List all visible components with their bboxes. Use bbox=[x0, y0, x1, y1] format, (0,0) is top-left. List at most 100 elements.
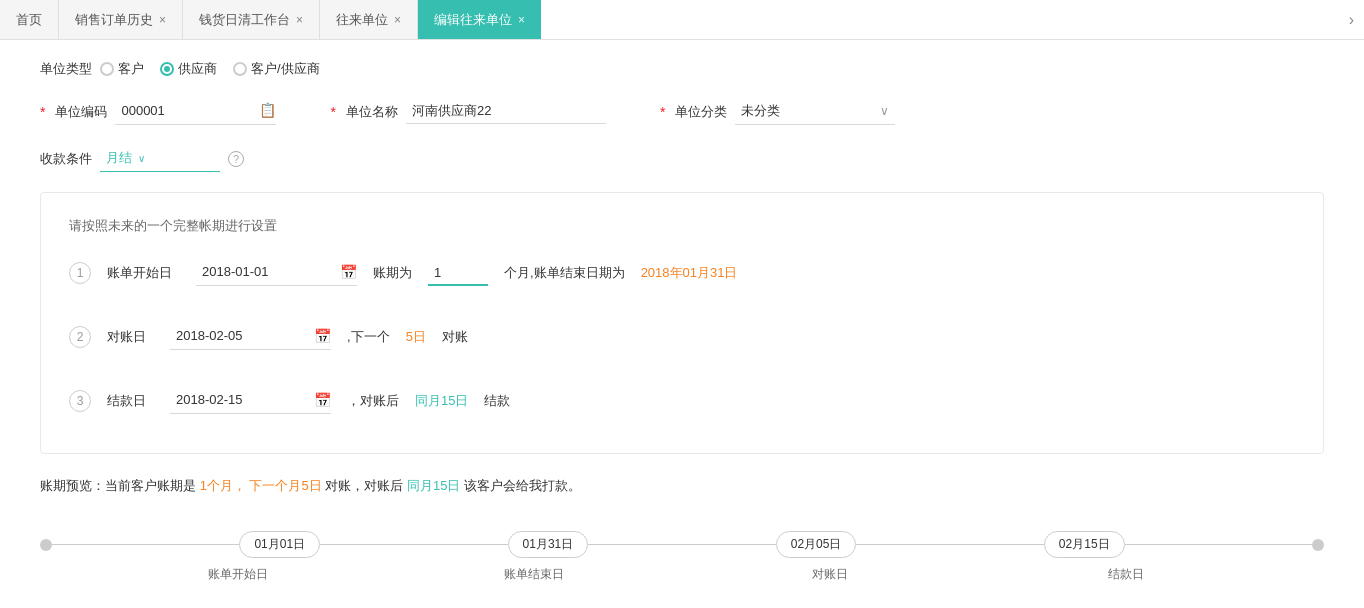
step-3-desc-prefix: ，对账后 bbox=[347, 392, 399, 410]
close-tab-sales-history[interactable]: × bbox=[159, 13, 166, 27]
step-1-period-end: 2018年01月31日 bbox=[641, 264, 738, 282]
step-1-date-wrap: 📅 bbox=[196, 260, 357, 286]
main-content: 单位类型 客户 供应商 客户/供应商 * 单位编码 bbox=[0, 40, 1364, 608]
close-tab-partner-list[interactable]: × bbox=[394, 13, 401, 27]
timeline-badge-3: 02月15日 bbox=[1044, 531, 1125, 558]
unit-code-star: * bbox=[40, 104, 45, 120]
step-1-calendar-icon[interactable]: 📅 bbox=[340, 264, 357, 280]
radio-both-circle bbox=[233, 62, 247, 76]
radio-supplier[interactable]: 供应商 bbox=[160, 60, 217, 78]
step-3-num: 3 bbox=[69, 390, 91, 412]
timeline-label-3: 结款日 bbox=[1108, 566, 1144, 583]
radio-customer-circle bbox=[100, 62, 114, 76]
step-3-label: 结款日 bbox=[107, 392, 146, 410]
step-1-label: 账单开始日 bbox=[107, 264, 172, 282]
step-3-desc-highlight: 同月15日 bbox=[415, 392, 468, 410]
step-3-date-input[interactable] bbox=[170, 388, 310, 411]
close-tab-cash-work[interactable]: × bbox=[296, 13, 303, 27]
radio-both[interactable]: 客户/供应商 bbox=[233, 60, 320, 78]
step-2-date-wrap: 📅 bbox=[170, 324, 331, 350]
tab-more-button[interactable]: › bbox=[1339, 0, 1364, 39]
step-3-desc-suffix: 结款 bbox=[484, 392, 510, 410]
billing-section: 请按照未来的一个完整帐期进行设置 1 账单开始日 📅 账期为 个月,账单结束日期… bbox=[40, 192, 1324, 454]
timeline: 01月01日 01月31日 02月05日 02月15日 bbox=[40, 521, 1324, 593]
preview-text: 账期预览：当前客户账期是 1个月， 下一个月5日 对账，对账后 同月15日 该客… bbox=[40, 474, 1324, 497]
payment-terms-group: 收款条件 月结 ∨ ? bbox=[40, 145, 244, 172]
unit-code-group: * 单位编码 📋 bbox=[40, 99, 276, 125]
step-1-period-input[interactable] bbox=[428, 261, 488, 286]
unit-category-arrow: ∨ bbox=[880, 104, 889, 118]
tab-cash-work[interactable]: 钱货日清工作台 × bbox=[183, 0, 320, 39]
unit-type-label: 单位类型 bbox=[40, 60, 92, 78]
tab-sales-history-label: 销售订单历史 bbox=[75, 11, 153, 29]
unit-code-icon[interactable]: 📋 bbox=[259, 102, 276, 118]
timeline-badge-2: 02月05日 bbox=[776, 531, 857, 558]
step-2-desc-highlight: 5日 bbox=[406, 328, 426, 346]
step-3-calendar-icon[interactable]: 📅 bbox=[314, 392, 331, 408]
unit-name-group: * 单位名称 bbox=[330, 100, 605, 124]
step-2-desc-prefix: ,下一个 bbox=[347, 328, 390, 346]
timeline-badge-1: 01月31日 bbox=[508, 531, 589, 558]
section-instruction: 请按照未来的一个完整帐期进行设置 bbox=[69, 217, 1295, 235]
payment-terms-arrow: ∨ bbox=[138, 153, 145, 164]
unit-category-star: * bbox=[660, 104, 665, 120]
tab-sales-history[interactable]: 销售订单历史 × bbox=[59, 0, 183, 39]
preview-mid: 对账，对账后 bbox=[325, 478, 403, 493]
unit-category-value: 未分类 bbox=[741, 102, 874, 120]
preview-label: 账期预览：当前客户账期是 bbox=[40, 478, 196, 493]
timeline-label-0: 账单开始日 bbox=[208, 566, 268, 583]
unit-category-label: 单位分类 bbox=[675, 103, 727, 121]
step-2-row: 2 对账日 📅 ,下一个 5日 对账 bbox=[69, 319, 1295, 355]
unit-type-group: 单位类型 客户 供应商 客户/供应商 bbox=[40, 60, 320, 78]
tab-cash-work-label: 钱货日清工作台 bbox=[199, 11, 290, 29]
preview-tail: 该客户会给我打款。 bbox=[464, 478, 581, 493]
unit-name-label: 单位名称 bbox=[346, 103, 398, 121]
step-2-desc-suffix: 对账 bbox=[442, 328, 468, 346]
preview-period2: 下一个月5日 bbox=[249, 478, 321, 493]
step-2-date-input[interactable] bbox=[170, 324, 310, 347]
unit-name-star: * bbox=[330, 104, 335, 120]
radio-supplier-circle bbox=[160, 62, 174, 76]
step-1-period-unit: 个月,账单结束日期为 bbox=[504, 264, 625, 282]
payment-terms-help[interactable]: ? bbox=[228, 151, 244, 167]
step-3-date-wrap: 📅 bbox=[170, 388, 331, 414]
radio-group-unit-type: 客户 供应商 客户/供应商 bbox=[100, 60, 320, 78]
payment-terms-select[interactable]: 月结 ∨ bbox=[100, 145, 220, 172]
tab-partner-list-label: 往来单位 bbox=[336, 11, 388, 29]
step-1-date-input[interactable] bbox=[196, 260, 336, 283]
tab-partner-list[interactable]: 往来单位 × bbox=[320, 0, 418, 39]
unit-category-group: * 单位分类 未分类 ∨ bbox=[660, 98, 895, 125]
unit-code-input-wrap: 📋 bbox=[115, 99, 276, 125]
timeline-badge-0: 01月01日 bbox=[239, 531, 320, 558]
step-1-num: 1 bbox=[69, 262, 91, 284]
step-2-num: 2 bbox=[69, 326, 91, 348]
tab-home[interactable]: 首页 bbox=[0, 0, 59, 39]
payment-terms-label: 收款条件 bbox=[40, 150, 92, 168]
step-1-period-label: 账期为 bbox=[373, 264, 412, 282]
radio-supplier-label: 供应商 bbox=[178, 60, 217, 78]
timeline-label-1: 账单结束日 bbox=[504, 566, 564, 583]
tab-bar: 首页 销售订单历史 × 钱货日清工作台 × 往来单位 × 编辑往来单位 × › bbox=[0, 0, 1364, 40]
step-2-calendar-icon[interactable]: 📅 bbox=[314, 328, 331, 344]
radio-customer[interactable]: 客户 bbox=[100, 60, 144, 78]
preview-end: 同月15日 bbox=[407, 478, 460, 493]
unit-category-select[interactable]: 未分类 ∨ bbox=[735, 98, 895, 125]
step-3-row: 3 结款日 📅 ，对账后 同月15日 结款 bbox=[69, 383, 1295, 419]
radio-customer-label: 客户 bbox=[118, 60, 144, 78]
unit-code-label: 单位编码 bbox=[55, 103, 107, 121]
preview-period: 1个月， bbox=[200, 478, 246, 493]
tab-home-label: 首页 bbox=[16, 11, 42, 29]
close-tab-edit-partner[interactable]: × bbox=[518, 13, 525, 27]
step-1-row: 1 账单开始日 📅 账期为 个月,账单结束日期为 2018年01月31日 bbox=[69, 255, 1295, 291]
step-2-label: 对账日 bbox=[107, 328, 146, 346]
tab-edit-partner[interactable]: 编辑往来单位 × bbox=[418, 0, 541, 39]
payment-terms-row: 收款条件 月结 ∨ ? bbox=[40, 145, 1324, 172]
unit-info-row: * 单位编码 📋 * 单位名称 * 单位分类 未分类 ∨ bbox=[40, 98, 1324, 125]
unit-name-input[interactable] bbox=[406, 100, 606, 124]
unit-code-input[interactable] bbox=[115, 99, 255, 122]
radio-both-label: 客户/供应商 bbox=[251, 60, 320, 78]
tab-edit-partner-label: 编辑往来单位 bbox=[434, 11, 512, 29]
payment-terms-value: 月结 bbox=[106, 149, 132, 167]
unit-type-row: 单位类型 客户 供应商 客户/供应商 bbox=[40, 60, 1324, 78]
timeline-label-2: 对账日 bbox=[812, 566, 848, 583]
